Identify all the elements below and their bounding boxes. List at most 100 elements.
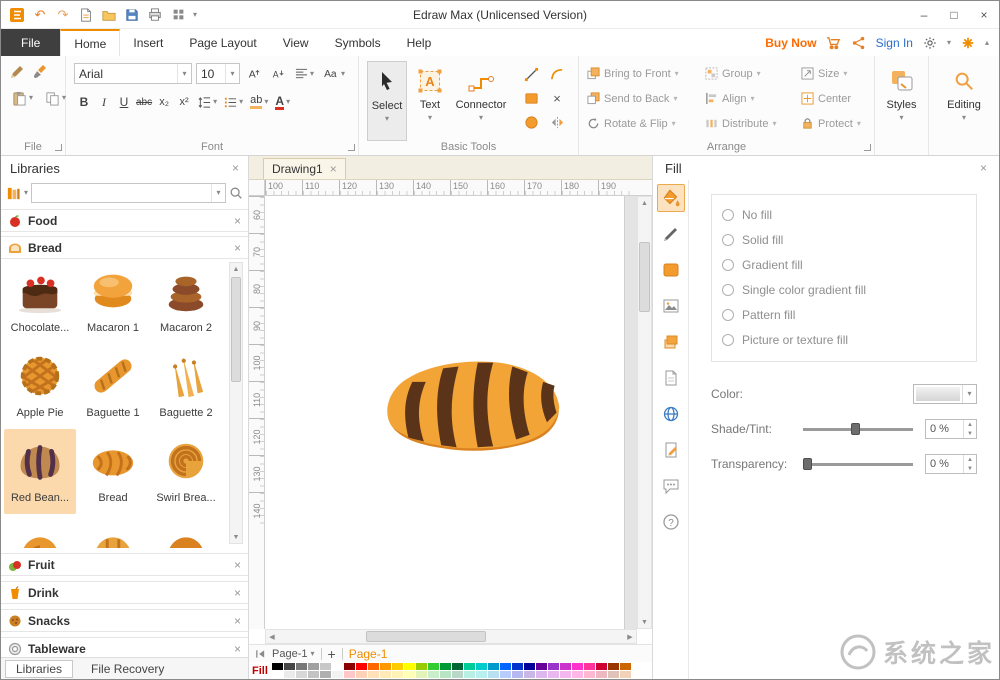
library-section-drink[interactable]: Drink × xyxy=(1,581,248,604)
font-dialog-launcher-icon[interactable] xyxy=(348,144,355,151)
arrange-dialog-launcher-icon[interactable] xyxy=(864,144,871,151)
palette-swatch[interactable] xyxy=(607,671,619,678)
palette-swatch[interactable] xyxy=(583,663,595,670)
palette-swatch[interactable] xyxy=(355,663,367,670)
first-page-icon[interactable] xyxy=(255,649,266,659)
size-button[interactable]: Size ▾ xyxy=(801,67,879,80)
scroll-right-icon[interactable]: ▶ xyxy=(624,630,636,643)
tab-libraries[interactable]: Libraries xyxy=(5,659,74,678)
shade-tint-slider[interactable] xyxy=(803,422,913,436)
send-to-back-button[interactable]: Send to Back ▾ xyxy=(587,92,705,105)
shade-tint-spinner[interactable]: 0 % ▲ ▼ xyxy=(925,419,977,439)
library-section-fruit[interactable]: Fruit × xyxy=(1,553,248,576)
flip-tool-icon[interactable] xyxy=(544,110,570,134)
transparency-spinner[interactable]: 0 % ▲ ▼ xyxy=(925,454,977,474)
palette-swatch[interactable] xyxy=(367,671,379,678)
palette-swatch[interactable] xyxy=(331,671,343,678)
palette-swatch[interactable] xyxy=(463,663,475,670)
document-edit-icon[interactable] xyxy=(657,436,685,464)
protect-button[interactable]: Protect ▾ xyxy=(801,117,879,130)
palette-swatch[interactable] xyxy=(487,671,499,678)
ellipse-tool-icon[interactable] xyxy=(518,110,544,134)
close-button[interactable]: × xyxy=(969,1,999,29)
decrease-font-icon[interactable]: A xyxy=(268,64,288,84)
palette-swatch[interactable] xyxy=(355,671,367,678)
library-section-bread[interactable]: Bread × xyxy=(1,236,248,259)
align-text-icon[interactable]: ▾ xyxy=(292,64,317,84)
palette-swatch[interactable] xyxy=(523,671,535,678)
library-item-partial[interactable] xyxy=(77,514,149,548)
palette-swatch[interactable] xyxy=(535,663,547,670)
spin-up-icon[interactable]: ▲ xyxy=(964,455,976,464)
print-icon[interactable] xyxy=(147,7,163,23)
palette-swatch[interactable] xyxy=(523,663,535,670)
apps-grid-icon[interactable] xyxy=(170,7,186,23)
palette-swatch[interactable] xyxy=(439,671,451,678)
palette-swatch[interactable] xyxy=(619,663,631,670)
editing-button[interactable]: Editing ▾ xyxy=(941,61,987,141)
gear-caret-icon[interactable]: ▾ xyxy=(947,38,951,47)
palette-swatch[interactable] xyxy=(451,663,463,670)
palette-swatch[interactable] xyxy=(571,663,583,670)
distribute-button[interactable]: Distribute ▾ xyxy=(705,117,801,130)
library-picker-caret-icon[interactable]: ▾ xyxy=(24,189,28,197)
minimize-button[interactable]: – xyxy=(909,1,939,29)
spin-down-icon[interactable]: ▼ xyxy=(964,464,976,473)
library-item-red-bean-bread[interactable]: Red Bean... xyxy=(4,429,76,514)
color-dropdown[interactable]: ▾ xyxy=(913,384,977,404)
palette-swatch[interactable] xyxy=(295,671,307,678)
sign-in-link[interactable]: Sign In xyxy=(876,36,913,50)
palette-swatch[interactable] xyxy=(547,663,559,670)
line-tool-icon[interactable] xyxy=(518,62,544,86)
buy-now-link[interactable]: Buy Now xyxy=(765,36,816,50)
palette-swatch[interactable] xyxy=(487,663,499,670)
palette-swatch[interactable] xyxy=(595,663,607,670)
palette-swatch[interactable] xyxy=(535,671,547,678)
library-item-partial[interactable] xyxy=(150,514,222,548)
bring-to-front-button[interactable]: Bring to Front ▾ xyxy=(587,67,705,80)
palette-swatch[interactable] xyxy=(583,671,595,678)
palette-swatch[interactable] xyxy=(415,671,427,678)
redo-icon[interactable]: ↷ xyxy=(55,7,71,23)
fill-panel-close-icon[interactable]: × xyxy=(980,161,987,175)
library-scrollbar[interactable]: ▲ ▼ xyxy=(229,262,243,544)
spin-up-icon[interactable]: ▲ xyxy=(964,420,976,429)
fruit-close-icon[interactable]: × xyxy=(234,558,241,572)
library-picker-icon[interactable] xyxy=(6,186,21,201)
align-button[interactable]: Align ▾ xyxy=(705,92,801,105)
library-item-chocolate-cake[interactable]: Chocolate... xyxy=(4,259,76,344)
palette-swatch[interactable] xyxy=(379,663,391,670)
transparency-slider[interactable] xyxy=(803,457,913,471)
document-tab[interactable]: Drawing1 × xyxy=(263,158,346,179)
format-button[interactable]: U xyxy=(114,92,134,112)
menu-tab[interactable]: Insert xyxy=(120,29,176,56)
page-setup-icon[interactable] xyxy=(657,364,685,392)
palette-swatch[interactable] xyxy=(619,671,631,678)
add-page-button[interactable]: + xyxy=(328,646,336,662)
tableware-close-icon[interactable]: × xyxy=(234,642,241,656)
library-item-bread[interactable]: Bread xyxy=(77,429,149,514)
font-size-select[interactable]: 10 ▾ xyxy=(196,63,240,84)
tab-file-recovery[interactable]: File Recovery xyxy=(81,661,174,677)
palette-swatch[interactable] xyxy=(559,663,571,670)
format-painter-icon[interactable] xyxy=(9,64,25,80)
fill-bucket-icon[interactable] xyxy=(656,184,685,212)
library-item-baguette-2[interactable]: Baguette 2 xyxy=(150,344,222,429)
scroll-left-icon[interactable]: ◀ xyxy=(266,630,278,643)
connector-tool-button[interactable]: Connector ▾ xyxy=(453,61,509,141)
palette-swatch[interactable] xyxy=(559,671,571,678)
palette-swatch[interactable] xyxy=(547,671,559,678)
palette-swatch[interactable] xyxy=(607,663,619,670)
shape-format-icon[interactable] xyxy=(657,256,685,284)
palette-swatch[interactable] xyxy=(283,663,295,670)
horizontal-scrollbar[interactable]: ◀ ▶ xyxy=(265,629,637,644)
palette-swatch[interactable] xyxy=(403,663,415,670)
menu-tab[interactable]: File xyxy=(1,29,61,56)
page-tab[interactable]: Page-1 xyxy=(349,647,388,661)
rotate-flip-button[interactable]: Rotate & Flip ▾ xyxy=(587,117,705,130)
library-item-macaron-1[interactable]: Macaron 1 xyxy=(77,259,149,344)
palette-swatch[interactable] xyxy=(271,663,283,670)
format-button[interactable]: B xyxy=(74,92,94,112)
spin-down-icon[interactable]: ▼ xyxy=(964,429,976,438)
menu-tab[interactable]: Home xyxy=(60,29,121,56)
